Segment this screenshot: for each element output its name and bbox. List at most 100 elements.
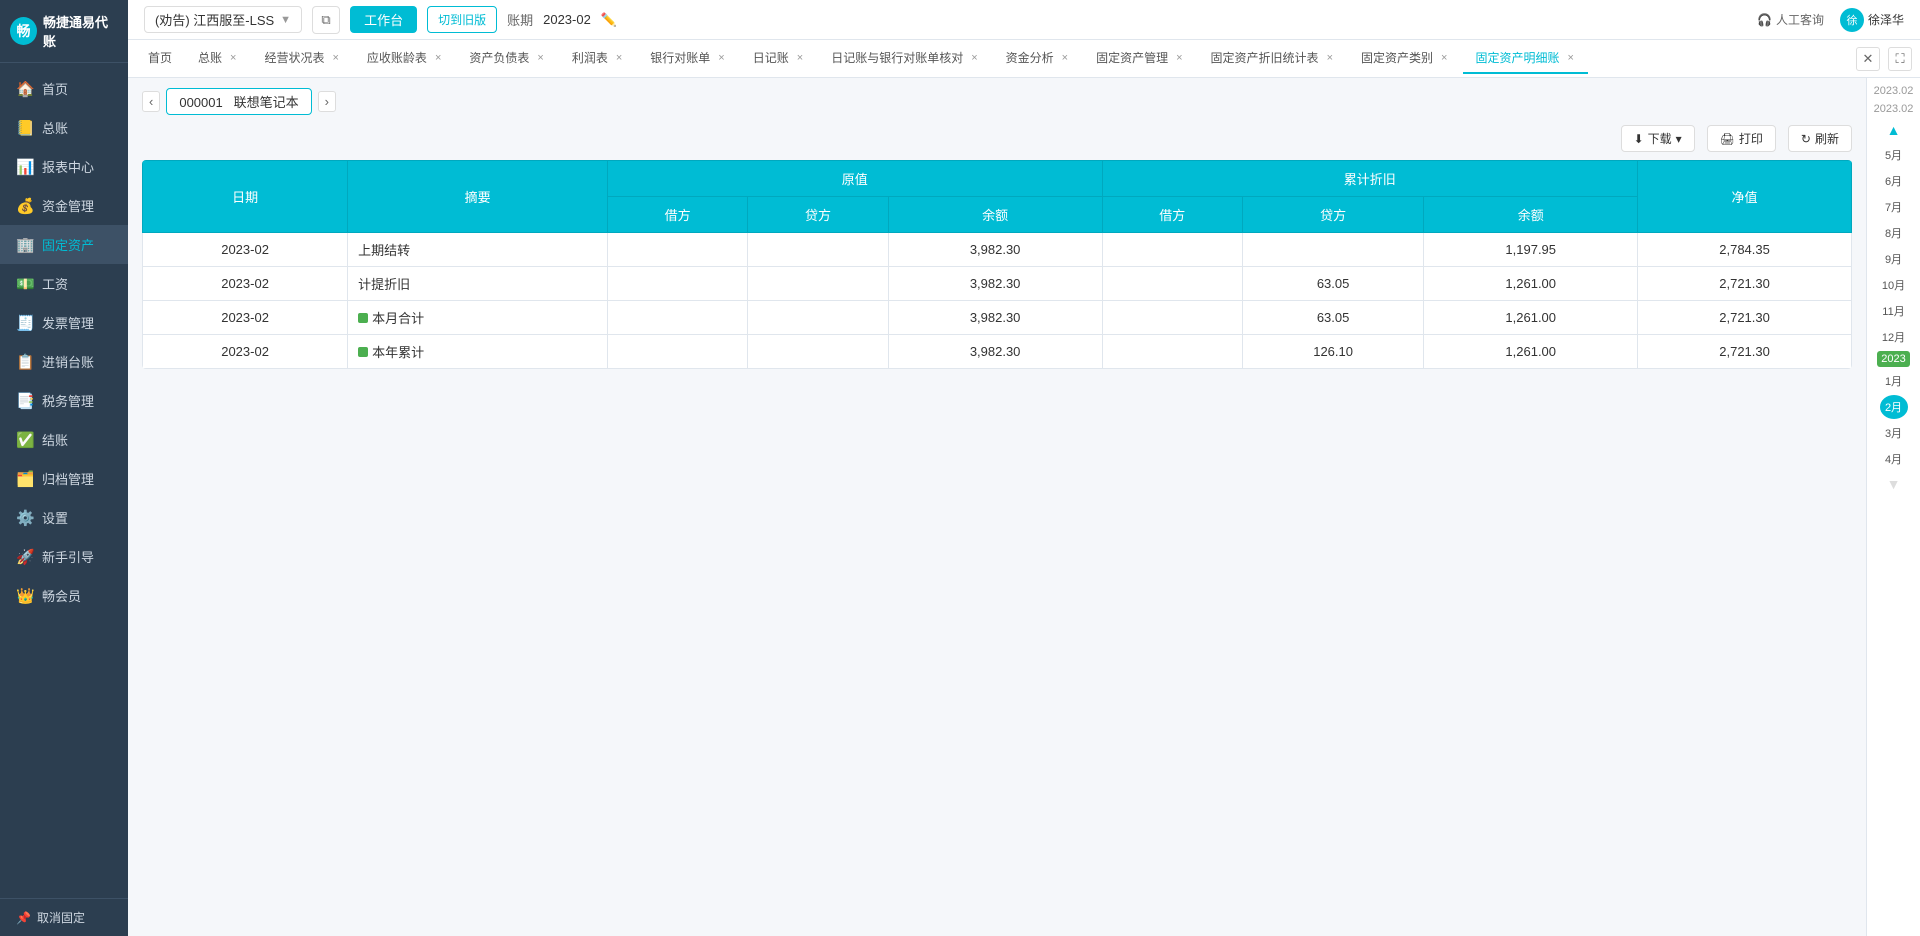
- tab-profit[interactable]: 利润表×: [560, 43, 636, 74]
- sidebar-item-settings[interactable]: ⚙️ 设置: [0, 498, 128, 537]
- tab-journal-bank-check[interactable]: 日记账与银行对账单核对×: [819, 43, 991, 74]
- asset-selector-bar: ‹ 000001 联想笔记本 ›: [142, 88, 1852, 115]
- sidebar-item-ledger[interactable]: 📒 总账: [0, 108, 128, 147]
- timeline-month-5[interactable]: 5月: [1876, 143, 1912, 167]
- tab-fixed-category[interactable]: 固定资产类别×: [1349, 43, 1461, 74]
- cell-original-debit: [607, 267, 747, 301]
- col-original-balance-header: 余额: [888, 197, 1102, 233]
- tab-close-bank-statement[interactable]: ×: [716, 52, 726, 64]
- tab-close-receivable[interactable]: ×: [433, 52, 443, 64]
- timeline-month-2-active[interactable]: 2月: [1880, 395, 1908, 419]
- tab-depreciation-stats[interactable]: 固定资产折旧统计表×: [1199, 43, 1347, 74]
- tab-close-balance-sheet[interactable]: ×: [535, 52, 545, 64]
- cell-depreciation-balance: 1,261.00: [1424, 301, 1638, 335]
- sidebar: 畅 畅捷通易代账 🏠 首页 📒 总账 📊 报表中心 💰 资金管理 🏢 固定资产 …: [0, 0, 128, 936]
- sidebar-icon-report: 📊: [16, 158, 34, 176]
- sidebar-item-fixed-assets[interactable]: 🏢 固定资产: [0, 225, 128, 264]
- sidebar-icon-ledger: 📒: [16, 119, 34, 137]
- sidebar-label-ledger: 总账: [42, 118, 68, 137]
- close-all-tabs-button[interactable]: ✕: [1856, 47, 1880, 71]
- sidebar-item-settlement[interactable]: ✅ 结账: [0, 420, 128, 459]
- topbar: (劝告) 江西服至-LSS ▼ ⧉ 工作台 切到旧版 账期 2023-02 ✏️…: [128, 0, 1920, 40]
- tab-close-operation[interactable]: ×: [330, 52, 340, 64]
- maximize-button[interactable]: ⛶: [1888, 47, 1912, 71]
- period-edit-icon[interactable]: ✏️: [601, 12, 617, 28]
- tab-close-fund-analysis[interactable]: ×: [1060, 52, 1070, 64]
- tab-ledger[interactable]: 总账×: [186, 43, 250, 74]
- sidebar-item-home[interactable]: 🏠 首页: [0, 69, 128, 108]
- timeline-month-6[interactable]: 6月: [1876, 169, 1912, 193]
- cell-date: 2023-02: [143, 233, 348, 267]
- page-content: ‹ 000001 联想笔记本 › ⬇ 下载 ▾ 🖨 打印: [128, 78, 1866, 936]
- tab-fixed-mgmt[interactable]: 固定资产管理×: [1084, 43, 1196, 74]
- sidebar-item-archive[interactable]: 🗂️ 归档管理: [0, 459, 128, 498]
- sidebar-item-invoice[interactable]: 🧾 发票管理: [0, 303, 128, 342]
- timeline-month-8[interactable]: 8月: [1876, 221, 1912, 245]
- tab-journal[interactable]: 日记账×: [741, 43, 817, 74]
- download-chevron-icon: ▾: [1676, 132, 1682, 146]
- tab-receivable[interactable]: 应收账龄表×: [355, 43, 455, 74]
- tab-close-fixed-detail[interactable]: ×: [1565, 52, 1575, 64]
- cell-original-credit: [748, 233, 888, 267]
- tab-close-depreciation-stats[interactable]: ×: [1325, 52, 1335, 64]
- cell-depreciation-debit: [1102, 233, 1242, 267]
- user-name: 徐泽华: [1868, 11, 1904, 28]
- service-button[interactable]: 🎧 人工客询: [1757, 11, 1824, 28]
- user-menu[interactable]: 徐 徐泽华: [1840, 8, 1904, 32]
- col-depreciation-balance-header: 余额: [1424, 197, 1638, 233]
- print-button[interactable]: 🖨 打印: [1707, 125, 1776, 152]
- col-original-credit-header: 贷方: [748, 197, 888, 233]
- company-selector[interactable]: (劝告) 江西服至-LSS ▼: [144, 6, 302, 33]
- main-area: (劝告) 江西服至-LSS ▼ ⧉ 工作台 切到旧版 账期 2023-02 ✏️…: [128, 0, 1920, 936]
- sidebar-item-member[interactable]: 👑 畅会员: [0, 576, 128, 615]
- timeline-month-9[interactable]: 9月: [1876, 247, 1912, 271]
- timeline-month-3[interactable]: 3月: [1876, 421, 1912, 445]
- copy-button[interactable]: ⧉: [312, 6, 340, 34]
- cell-date: 2023-02: [143, 267, 348, 301]
- timeline-month-7[interactable]: 7月: [1876, 195, 1912, 219]
- workbench-button[interactable]: 工作台: [350, 6, 417, 33]
- cell-date: 2023-02: [143, 335, 348, 369]
- next-asset-button[interactable]: ›: [318, 91, 336, 112]
- col-summary-header: 摘要: [348, 161, 608, 233]
- asset-code: 000001: [179, 95, 222, 110]
- tab-close-journal-bank-check[interactable]: ×: [969, 52, 979, 64]
- cell-original-credit: [748, 335, 888, 369]
- refresh-button[interactable]: ↻ 刷新: [1788, 125, 1852, 152]
- cell-original-debit: [607, 233, 747, 267]
- sidebar-item-sales[interactable]: 📋 进销台账: [0, 342, 128, 381]
- sidebar-item-guide[interactable]: 🚀 新手引导: [0, 537, 128, 576]
- tab-balance-sheet[interactable]: 资产负债表×: [457, 43, 557, 74]
- tab-fund-analysis[interactable]: 资金分析×: [994, 43, 1082, 74]
- sidebar-item-capital[interactable]: 💰 资金管理: [0, 186, 128, 225]
- sidebar-item-tax[interactable]: 📑 税务管理: [0, 381, 128, 420]
- timeline-up-button[interactable]: ▲: [1883, 118, 1905, 142]
- download-button[interactable]: ⬇ 下载 ▾: [1621, 125, 1695, 152]
- timeline-month-1[interactable]: 1月: [1876, 369, 1912, 393]
- cell-depreciation-balance: 1,261.00: [1424, 335, 1638, 369]
- cell-original-credit: [748, 301, 888, 335]
- period-label: 账期: [507, 10, 533, 29]
- tab-close-fixed-mgmt[interactable]: ×: [1174, 52, 1184, 64]
- tab-close-ledger[interactable]: ×: [228, 52, 238, 64]
- tab-fixed-detail[interactable]: 固定资产明细账×: [1463, 43, 1587, 74]
- sidebar-item-report[interactable]: 📊 报表中心: [0, 147, 128, 186]
- tab-operation[interactable]: 经营状况表×: [252, 43, 352, 74]
- timeline-down-button[interactable]: ▼: [1883, 472, 1905, 496]
- tab-close-fixed-category[interactable]: ×: [1439, 52, 1449, 64]
- tab-label-home: 首页: [148, 49, 172, 66]
- sidebar-logo: 畅 畅捷通易代账: [0, 0, 128, 63]
- sidebar-footer[interactable]: 📌 取消固定: [0, 898, 128, 936]
- sidebar-item-salary[interactable]: 💵 工资: [0, 264, 128, 303]
- tab-close-profit[interactable]: ×: [614, 52, 624, 64]
- timeline-month-10[interactable]: 10月: [1876, 273, 1912, 297]
- tab-bank-statement[interactable]: 银行对账单×: [638, 43, 738, 74]
- tab-home[interactable]: 首页: [136, 43, 184, 74]
- tab-close-journal[interactable]: ×: [795, 52, 805, 64]
- timeline-month-12[interactable]: 12月: [1876, 325, 1912, 349]
- switch-version-button[interactable]: 切到旧版: [427, 6, 497, 33]
- timeline-month-4[interactable]: 4月: [1876, 447, 1912, 471]
- cell-original-credit: [748, 267, 888, 301]
- timeline-month-11[interactable]: 11月: [1876, 299, 1912, 323]
- prev-asset-button[interactable]: ‹: [142, 91, 160, 112]
